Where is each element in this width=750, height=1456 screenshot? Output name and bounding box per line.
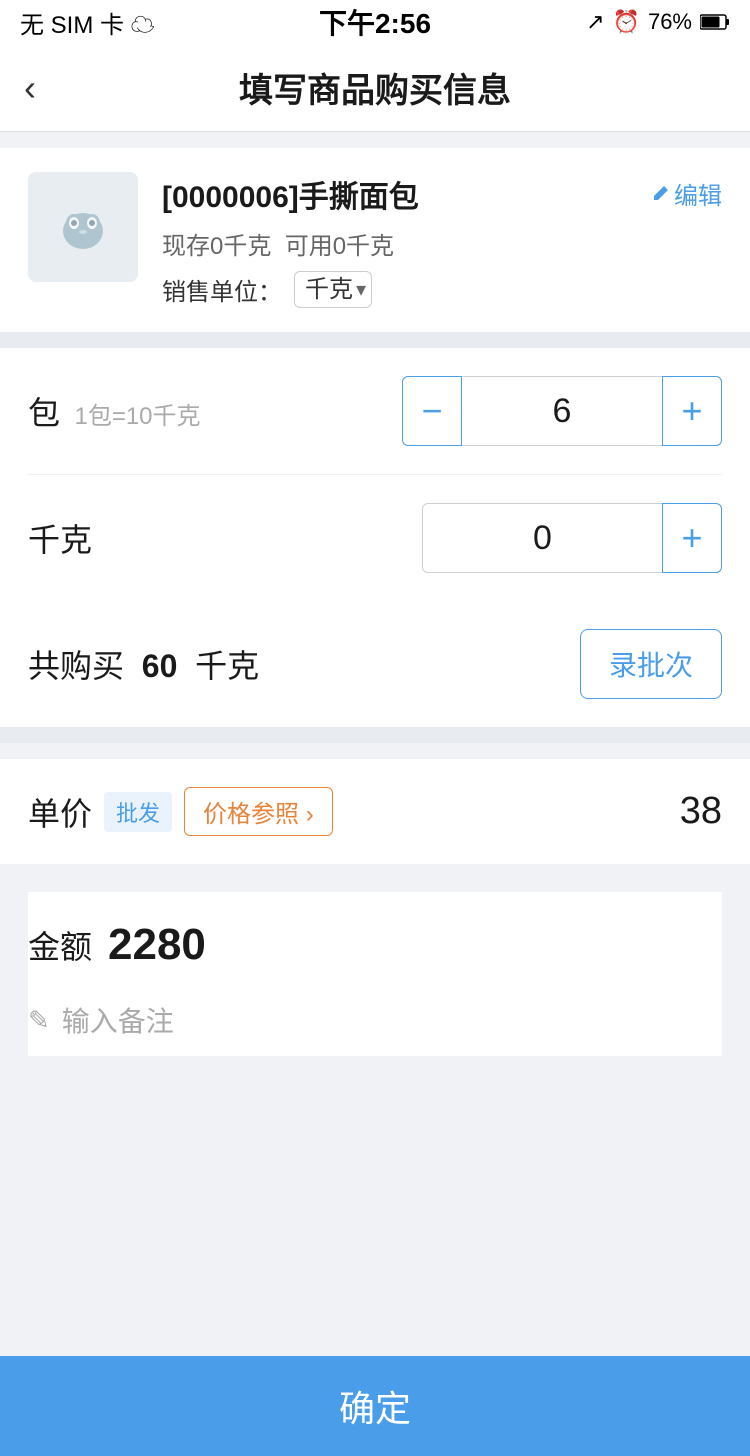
nav-bar: ‹ 填写商品购买信息 (0, 44, 750, 132)
kg-row: 千克 + (28, 475, 722, 601)
price-label-area: 单价 批发 价格参照 › (28, 787, 333, 836)
confirm-bar[interactable]: 确定 (0, 1356, 750, 1456)
product-unit-row: 销售单位： 千克 (162, 271, 722, 308)
price-ref-button[interactable]: 价格参照 › (184, 787, 333, 836)
package-quantity-control: − + (402, 376, 722, 446)
amount-row: 金额 2280 (28, 920, 722, 980)
unit-select[interactable]: 千克 (294, 271, 372, 308)
location-icon: ↗ (586, 9, 604, 35)
input-section: 包 1包=10千克 − + 千克 + (0, 348, 750, 601)
price-row: 单价 批发 价格参照 › 38 (28, 787, 722, 836)
divider-1 (0, 332, 750, 348)
status-left: 无 SIM 卡 ☁ (20, 5, 155, 40)
remark-row[interactable]: ✎ 输入备注 (28, 1000, 722, 1056)
price-tag: 批发 (104, 792, 172, 832)
total-amount: 60 (142, 648, 178, 684)
battery-icon (700, 14, 730, 30)
price-label: 单价 (28, 789, 92, 835)
product-image (28, 172, 138, 282)
amount-section: 金额 2280 ✎ 输入备注 (0, 864, 750, 1056)
batch-button[interactable]: 录批次 (580, 629, 722, 699)
status-bar: 无 SIM 卡 ☁ 下午2:56 ↗ ⏰ 76% (0, 0, 750, 44)
status-time: 下午2:56 (319, 2, 431, 42)
kg-plus-button[interactable]: + (662, 503, 722, 573)
back-button[interactable]: ‹ (24, 67, 36, 109)
remark-icon: ✎ (28, 1005, 50, 1036)
kg-quantity-control: + (422, 503, 722, 573)
status-right: ↗ ⏰ 76% (586, 9, 730, 35)
total-row: 共购买 60 千克 录批次 (0, 601, 750, 727)
price-section: 单价 批发 价格参照 › 38 (0, 759, 750, 864)
spacer (0, 1056, 750, 1356)
kg-label-area: 千克 (28, 515, 92, 561)
package-hint: 1包=10千克 (74, 403, 200, 430)
product-info: [0000006]手撕面包 现存0千克 可用0千克 销售单位： 千克 (162, 172, 722, 308)
confirm-button[interactable]: 确定 (339, 1380, 411, 1432)
price-value: 38 (680, 790, 722, 833)
sim-status: 无 SIM 卡 ☁ (20, 5, 155, 40)
total-text: 共购买 60 千克 (28, 641, 259, 687)
page-title: 填写商品购买信息 (239, 63, 511, 112)
package-row: 包 1包=10千克 − + (28, 348, 722, 475)
product-stock: 现存0千克 可用0千克 (162, 226, 722, 261)
package-label: 包 (28, 395, 60, 431)
package-quantity-input[interactable] (462, 376, 662, 446)
package-minus-button[interactable]: − (402, 376, 462, 446)
product-card: [0000006]手撕面包 现存0千克 可用0千克 销售单位： 千克 编辑 (0, 148, 750, 332)
edit-link[interactable]: 编辑 (650, 176, 722, 211)
kg-quantity-input[interactable] (422, 503, 662, 573)
amount-label: 金额 (28, 922, 92, 968)
remark-placeholder[interactable]: 输入备注 (62, 1000, 174, 1040)
kg-label: 千克 (28, 522, 92, 558)
battery-text: 76% (648, 9, 692, 35)
product-name: [0000006]手撕面包 (162, 172, 722, 216)
package-plus-button[interactable]: + (662, 376, 722, 446)
amount-value: 2280 (108, 920, 206, 970)
package-label-area: 包 1包=10千克 (28, 388, 201, 434)
alarm-icon: ⏰ (613, 9, 640, 35)
unit-label: 销售单位： (162, 272, 282, 307)
unit-select-wrapper[interactable]: 千克 (294, 271, 372, 308)
divider-2 (0, 727, 750, 743)
